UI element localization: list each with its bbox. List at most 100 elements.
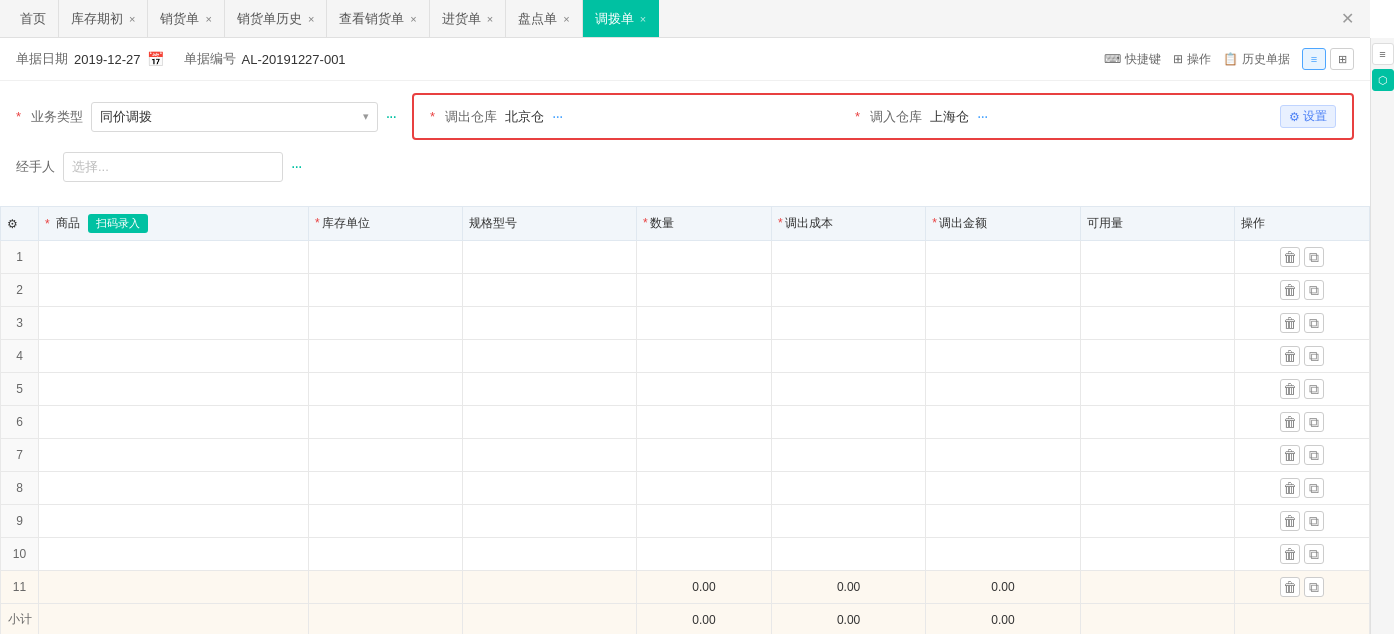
cell-cost-6[interactable] — [771, 406, 925, 439]
cell-unit-2[interactable] — [309, 274, 463, 307]
row-delete-icon[interactable]: 🗑 — [1280, 577, 1300, 597]
tab-close-transfer-order[interactable]: × — [640, 13, 646, 25]
tab-sales-order[interactable]: 销货单× — [148, 0, 224, 37]
right-panel-external-button[interactable]: ⬡ — [1372, 69, 1394, 91]
cell-spec-9[interactable] — [463, 505, 637, 538]
settings-button[interactable]: ⚙ 设置 — [1280, 105, 1336, 128]
row-delete-icon[interactable]: 🗑 — [1280, 313, 1300, 333]
cell-spec-5[interactable] — [463, 373, 637, 406]
cell-product-5[interactable] — [39, 373, 309, 406]
cell-cost-7[interactable] — [771, 439, 925, 472]
manager-more-button[interactable]: ··· — [291, 158, 301, 176]
cell-amount-8[interactable] — [926, 472, 1080, 505]
cell-spec-4[interactable] — [463, 340, 637, 373]
cell-spec-1[interactable] — [463, 241, 637, 274]
cell-cost-1[interactable] — [771, 241, 925, 274]
cell-product-3[interactable] — [39, 307, 309, 340]
tab-inventory-init[interactable]: 库存期初× — [59, 0, 148, 37]
cell-amount-4[interactable] — [926, 340, 1080, 373]
row-delete-icon[interactable]: 🗑 — [1280, 280, 1300, 300]
tab-view-sales[interactable]: 查看销货单× — [327, 0, 429, 37]
cell-quantity-8[interactable] — [636, 472, 771, 505]
cell-cost-10[interactable] — [771, 538, 925, 571]
cell-product-1[interactable] — [39, 241, 309, 274]
row-delete-icon[interactable]: 🗑 — [1280, 544, 1300, 564]
cell-unit-9[interactable] — [309, 505, 463, 538]
cell-unit-7[interactable] — [309, 439, 463, 472]
tab-sales-history[interactable]: 销货单历史× — [225, 0, 327, 37]
cell-quantity-6[interactable] — [636, 406, 771, 439]
cell-product-7[interactable] — [39, 439, 309, 472]
cell-product-4[interactable] — [39, 340, 309, 373]
row-copy-icon[interactable]: ⧉ — [1304, 544, 1324, 564]
calendar-icon[interactable]: 📅 — [147, 51, 164, 67]
business-type-more-button[interactable]: ··· — [386, 108, 396, 126]
cell-amount-6[interactable] — [926, 406, 1080, 439]
cell-cost-2[interactable] — [771, 274, 925, 307]
cell-cost-3[interactable] — [771, 307, 925, 340]
row-copy-icon[interactable]: ⧉ — [1304, 313, 1324, 333]
cell-amount-7[interactable] — [926, 439, 1080, 472]
cell-product-10[interactable] — [39, 538, 309, 571]
cell-spec-10[interactable] — [463, 538, 637, 571]
cell-spec-7[interactable] — [463, 439, 637, 472]
tab-close-view-sales[interactable]: × — [410, 13, 416, 25]
cell-quantity-2[interactable] — [636, 274, 771, 307]
cell-amount-5[interactable] — [926, 373, 1080, 406]
tab-home[interactable]: 首页 — [8, 0, 59, 37]
cell-spec-3[interactable] — [463, 307, 637, 340]
row-delete-icon[interactable]: 🗑 — [1280, 511, 1300, 531]
row-delete-icon[interactable]: 🗑 — [1280, 379, 1300, 399]
tab-transfer-order[interactable]: 调拨单× — [583, 0, 659, 37]
layout-grid-button[interactable]: ⊞ — [1330, 48, 1354, 70]
tab-close-inventory-count[interactable]: × — [563, 13, 569, 25]
row-copy-icon[interactable]: ⧉ — [1304, 280, 1324, 300]
cell-amount-3[interactable] — [926, 307, 1080, 340]
row-copy-icon[interactable]: ⧉ — [1304, 247, 1324, 267]
cell-quantity-9[interactable] — [636, 505, 771, 538]
row-delete-icon[interactable]: 🗑 — [1280, 346, 1300, 366]
cell-unit-3[interactable] — [309, 307, 463, 340]
cell-spec-2[interactable] — [463, 274, 637, 307]
cell-cost-8[interactable] — [771, 472, 925, 505]
row-copy-icon[interactable]: ⧉ — [1304, 478, 1324, 498]
row-copy-icon[interactable]: ⧉ — [1304, 511, 1324, 531]
tab-inventory-count[interactable]: 盘点单× — [506, 0, 582, 37]
cell-amount-1[interactable] — [926, 241, 1080, 274]
tab-close-inventory-init[interactable]: × — [129, 13, 135, 25]
cell-unit-8[interactable] — [309, 472, 463, 505]
cell-amount-2[interactable] — [926, 274, 1080, 307]
cell-quantity-5[interactable] — [636, 373, 771, 406]
row-delete-icon[interactable]: 🗑 — [1280, 445, 1300, 465]
cell-quantity-7[interactable] — [636, 439, 771, 472]
tab-close-sales-history[interactable]: × — [308, 13, 314, 25]
cell-unit-10[interactable] — [309, 538, 463, 571]
warehouse-in-more-button[interactable]: ··· — [977, 108, 987, 126]
tab-close-sales-order[interactable]: × — [205, 13, 211, 25]
cell-quantity-3[interactable] — [636, 307, 771, 340]
history-button[interactable]: 📋 历史单据 — [1223, 51, 1290, 68]
cell-quantity-10[interactable] — [636, 538, 771, 571]
row-delete-icon[interactable]: 🗑 — [1280, 247, 1300, 267]
cell-product-9[interactable] — [39, 505, 309, 538]
scan-button[interactable]: 扫码录入 — [88, 214, 148, 233]
cell-unit-1[interactable] — [309, 241, 463, 274]
cell-unit-6[interactable] — [309, 406, 463, 439]
cell-spec-8[interactable] — [463, 472, 637, 505]
manager-select[interactable]: 选择... — [63, 152, 283, 182]
cell-cost-4[interactable] — [771, 340, 925, 373]
warehouse-out-more-button[interactable]: ··· — [552, 108, 562, 126]
shortcut-button[interactable]: ⌨ 快捷键 — [1104, 51, 1161, 68]
column-gear[interactable]: ⚙ — [1, 207, 39, 241]
row-delete-icon[interactable]: 🗑 — [1280, 478, 1300, 498]
business-type-select[interactable]: 同价调拨 ▾ — [91, 102, 378, 132]
row-copy-icon[interactable]: ⧉ — [1304, 445, 1324, 465]
row-copy-icon[interactable]: ⧉ — [1304, 577, 1324, 597]
cell-cost-5[interactable] — [771, 373, 925, 406]
cell-product-2[interactable] — [39, 274, 309, 307]
cell-product-8[interactable] — [39, 472, 309, 505]
layout-list-button[interactable]: ≡ — [1302, 48, 1326, 70]
tab-purchase-order[interactable]: 进货单× — [430, 0, 506, 37]
cell-product-6[interactable] — [39, 406, 309, 439]
cell-quantity-1[interactable] — [636, 241, 771, 274]
